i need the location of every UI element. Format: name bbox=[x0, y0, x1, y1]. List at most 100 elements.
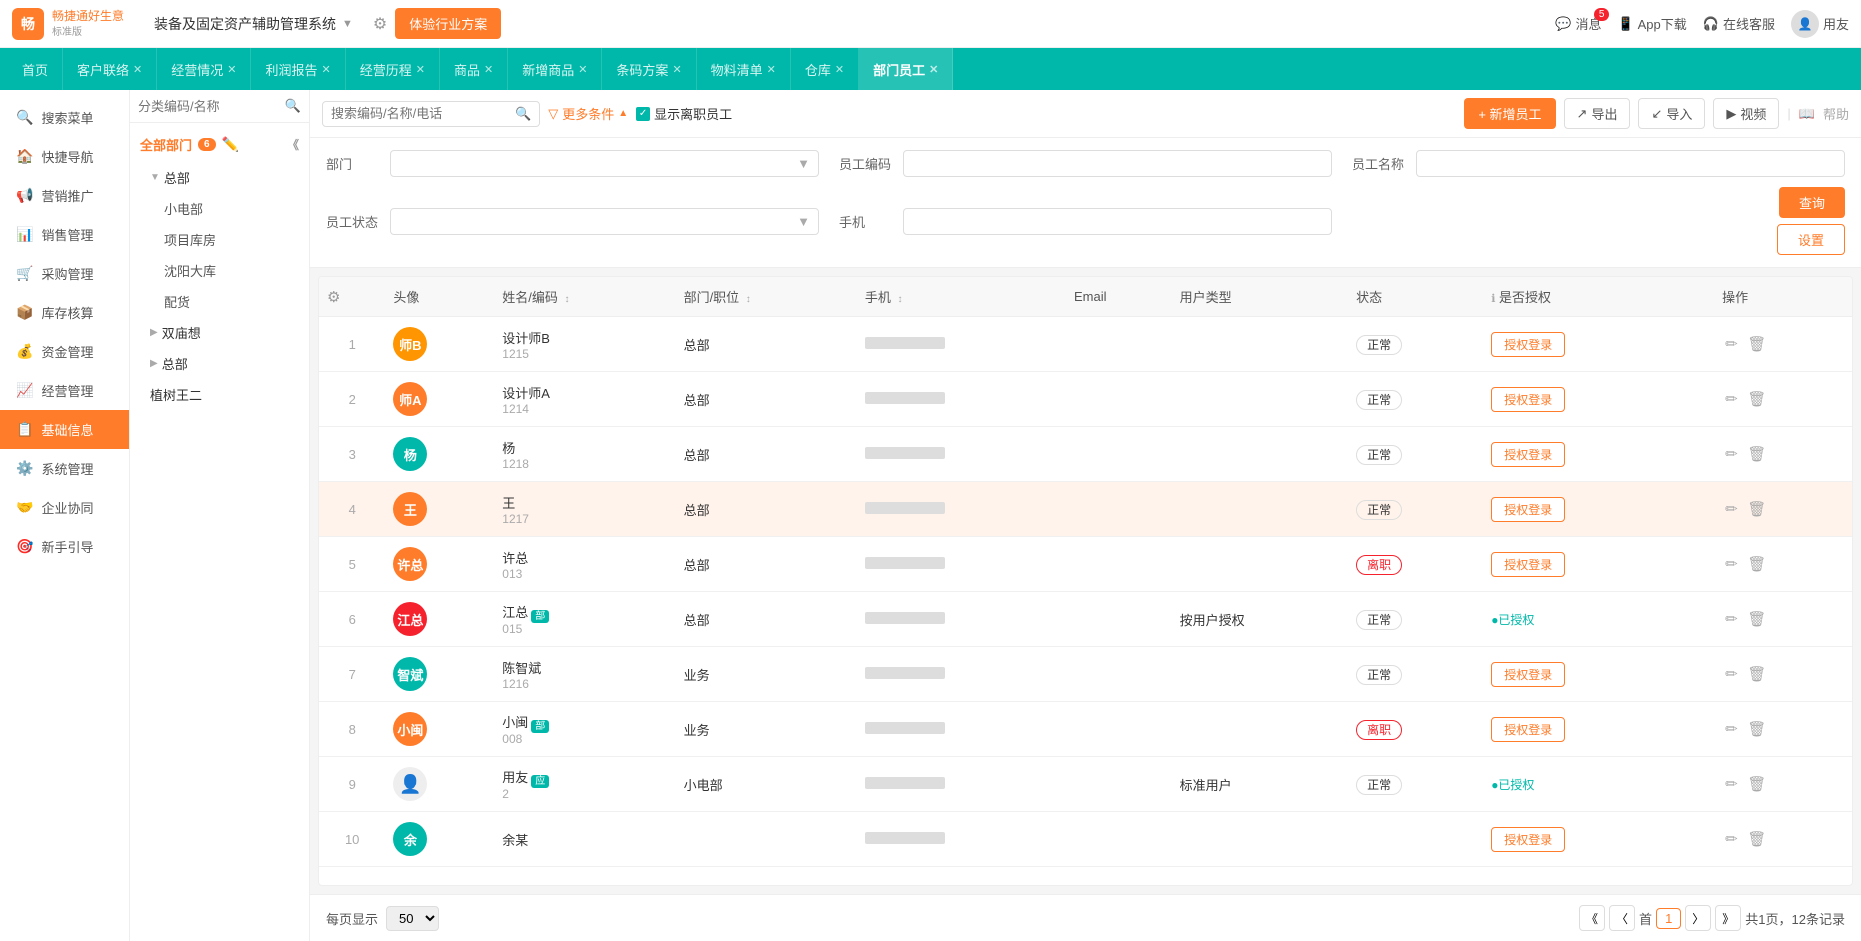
sidebar-item-销售管理[interactable]: 📊 销售管理 bbox=[0, 215, 129, 254]
auth-button[interactable]: 授权登录 bbox=[1491, 662, 1565, 687]
auth-button[interactable]: 授权登录 bbox=[1491, 827, 1565, 852]
sidebar-item-搜索菜单[interactable]: 🔍 搜索菜单 bbox=[0, 98, 129, 137]
sidebar-item-经营管理[interactable]: 📈 经营管理 bbox=[0, 371, 129, 410]
close-icon[interactable]: ✕ bbox=[227, 63, 236, 76]
sidebar-item-快捷导航[interactable]: 🏠 快捷导航 bbox=[0, 137, 129, 176]
col-gear[interactable]: ⚙ bbox=[319, 277, 385, 317]
trial-button[interactable]: 体验行业方案 bbox=[395, 8, 501, 39]
sidebar-item-企业协同[interactable]: 🤝 企业协同 bbox=[0, 488, 129, 527]
dept-group-header-general[interactable]: ▼ 总部 bbox=[140, 162, 309, 193]
empcode-input[interactable] bbox=[903, 150, 1332, 177]
nav-tab-物料清单[interactable]: 物料清单✕ bbox=[697, 48, 791, 90]
edit-icon[interactable]: ✏ bbox=[1725, 391, 1738, 408]
delete-icon[interactable]: 🗑 bbox=[1747, 776, 1766, 793]
close-icon[interactable]: ✕ bbox=[133, 63, 142, 76]
nav-tab-部门员工[interactable]: 部门员工✕ bbox=[859, 48, 953, 90]
nav-tab-利润报告[interactable]: 利润报告✕ bbox=[251, 48, 345, 90]
delete-icon[interactable]: 🗑 bbox=[1747, 666, 1766, 683]
delete-icon[interactable]: 🗑 bbox=[1747, 501, 1766, 518]
dept-group-header-zswe[interactable]: 植树王二 bbox=[140, 379, 309, 410]
edit-icon[interactable]: ✏ bbox=[1725, 556, 1738, 573]
sidebar-item-系统管理[interactable]: ⚙️ 系统管理 bbox=[0, 449, 129, 488]
auth-button[interactable]: 授权登录 bbox=[1491, 497, 1565, 522]
search-input[interactable] bbox=[331, 106, 511, 121]
delete-icon[interactable]: 🗑 bbox=[1747, 391, 1766, 408]
close-icon[interactable]: ✕ bbox=[416, 63, 425, 76]
nav-tab-条码方案[interactable]: 条码方案✕ bbox=[602, 48, 696, 90]
current-page[interactable]: 1 bbox=[1656, 908, 1681, 929]
edit-icon[interactable]: ✏ bbox=[1725, 336, 1738, 353]
search-icon[interactable]: 🔍 bbox=[515, 106, 531, 122]
edit-icon[interactable]: ✏ bbox=[1725, 721, 1738, 738]
next-page-button[interactable]: 〉 bbox=[1685, 905, 1711, 931]
sidebar-item-营销推广[interactable]: 📢 营销推广 bbox=[0, 176, 129, 215]
dept-search-input[interactable] bbox=[138, 99, 281, 114]
dept-select[interactable]: ▼ bbox=[390, 150, 819, 177]
close-icon[interactable]: ✕ bbox=[672, 63, 681, 76]
col-phone[interactable]: 手机 ↕ bbox=[857, 277, 1066, 317]
edit-icon[interactable]: ✏ bbox=[1725, 776, 1738, 793]
delete-icon[interactable]: 🗑 bbox=[1747, 556, 1766, 573]
show-resigned-toggle[interactable]: ✓ 显示离职员工 bbox=[636, 104, 732, 123]
auth-button[interactable]: 授权登录 bbox=[1491, 387, 1565, 412]
import-button[interactable]: ↙ 导入 bbox=[1638, 98, 1705, 129]
first-page-button[interactable]: 《 bbox=[1579, 905, 1605, 931]
nav-tab-客户联络[interactable]: 客户联络✕ bbox=[63, 48, 157, 90]
auth-button[interactable]: 授权登录 bbox=[1491, 332, 1565, 357]
sidebar-item-库存核算[interactable]: 📦 库存核算 bbox=[0, 293, 129, 332]
close-icon[interactable]: ✕ bbox=[578, 63, 587, 76]
delete-icon[interactable]: 🗑 bbox=[1747, 446, 1766, 463]
close-icon[interactable]: ✕ bbox=[322, 63, 331, 76]
last-page-button[interactable]: 》 bbox=[1715, 905, 1741, 931]
delete-icon[interactable]: 🗑 bbox=[1747, 721, 1766, 738]
page-size-select[interactable]: 50 bbox=[386, 906, 439, 931]
sidebar-item-采购管理[interactable]: 🛒 采购管理 bbox=[0, 254, 129, 293]
setting-button[interactable]: 设置 bbox=[1777, 224, 1845, 255]
delete-icon[interactable]: 🗑 bbox=[1747, 611, 1766, 628]
col-name[interactable]: 姓名/编码 ↕ bbox=[494, 277, 675, 317]
more-filter-button[interactable]: ▽ 更多条件 ▲ bbox=[548, 104, 628, 123]
close-icon[interactable]: ✕ bbox=[767, 63, 776, 76]
prev-page-button[interactable]: 〈 bbox=[1609, 905, 1635, 931]
sidebar-item-基础信息[interactable]: 📋 基础信息 bbox=[0, 410, 129, 449]
close-icon[interactable]: ✕ bbox=[929, 63, 938, 76]
message-button[interactable]: 💬 消息 5 bbox=[1555, 14, 1601, 33]
dept-item-syd[interactable]: 沈阳大库 bbox=[140, 255, 309, 286]
status-select[interactable]: ▼ bbox=[390, 208, 819, 235]
nav-tab-仓库[interactable]: 仓库✕ bbox=[791, 48, 859, 90]
nav-tab-新增商品[interactable]: 新增商品✕ bbox=[508, 48, 602, 90]
settings-icon[interactable]: ⚙ bbox=[373, 14, 387, 34]
all-dept-header[interactable]: 全部部门 6 ✏️ 《 bbox=[130, 127, 309, 162]
dept-item-xmkf[interactable]: 项目库房 bbox=[140, 224, 309, 255]
export-button[interactable]: ↗ 导出 bbox=[1564, 98, 1631, 129]
help-icon[interactable]: 📖 bbox=[1799, 106, 1815, 122]
video-button[interactable]: ▶ 视频 bbox=[1713, 98, 1779, 129]
user-menu[interactable]: 👤 用友 bbox=[1791, 10, 1849, 38]
auth-button[interactable]: 授权登录 bbox=[1491, 717, 1565, 742]
edit-icon[interactable]: ✏ bbox=[1725, 501, 1738, 518]
empname-input[interactable] bbox=[1416, 150, 1845, 177]
edit-icon[interactable]: ✏ bbox=[1725, 446, 1738, 463]
collapse-icon[interactable]: 《 bbox=[287, 136, 299, 153]
delete-icon[interactable]: 🗑 bbox=[1747, 336, 1766, 353]
close-icon[interactable]: ✕ bbox=[484, 63, 493, 76]
query-button[interactable]: 查询 bbox=[1779, 187, 1845, 218]
delete-icon[interactable]: 🗑 bbox=[1747, 831, 1766, 848]
sidebar-item-资金管理[interactable]: 💰 资金管理 bbox=[0, 332, 129, 371]
dept-group-header-zb[interactable]: ▶ 总部 bbox=[140, 348, 309, 379]
nav-tab-经营情况[interactable]: 经营情况✕ bbox=[157, 48, 251, 90]
auth-button[interactable]: 授权登录 bbox=[1491, 552, 1565, 577]
dropdown-arrow-icon[interactable]: ▼ bbox=[342, 18, 353, 30]
dept-item-ph[interactable]: 配货 bbox=[140, 286, 309, 317]
nav-tab-商品[interactable]: 商品✕ bbox=[440, 48, 508, 90]
edit-icon[interactable]: ✏ bbox=[1725, 666, 1738, 683]
gear-icon[interactable]: ⚙ bbox=[327, 289, 340, 306]
app-download-button[interactable]: 📱 App下载 bbox=[1617, 14, 1686, 33]
online-service-button[interactable]: 🎧 在线客服 bbox=[1703, 14, 1775, 33]
nav-tab-经营历程[interactable]: 经营历程✕ bbox=[346, 48, 440, 90]
sidebar-item-新手引导[interactable]: 🎯 新手引导 bbox=[0, 527, 129, 566]
nav-tab-首页[interactable]: 首页 bbox=[8, 48, 63, 90]
auth-button[interactable]: 授权登录 bbox=[1491, 442, 1565, 467]
dept-item-xdb[interactable]: 小电部 bbox=[140, 193, 309, 224]
dept-edit-icon[interactable]: ✏️ bbox=[222, 136, 239, 153]
